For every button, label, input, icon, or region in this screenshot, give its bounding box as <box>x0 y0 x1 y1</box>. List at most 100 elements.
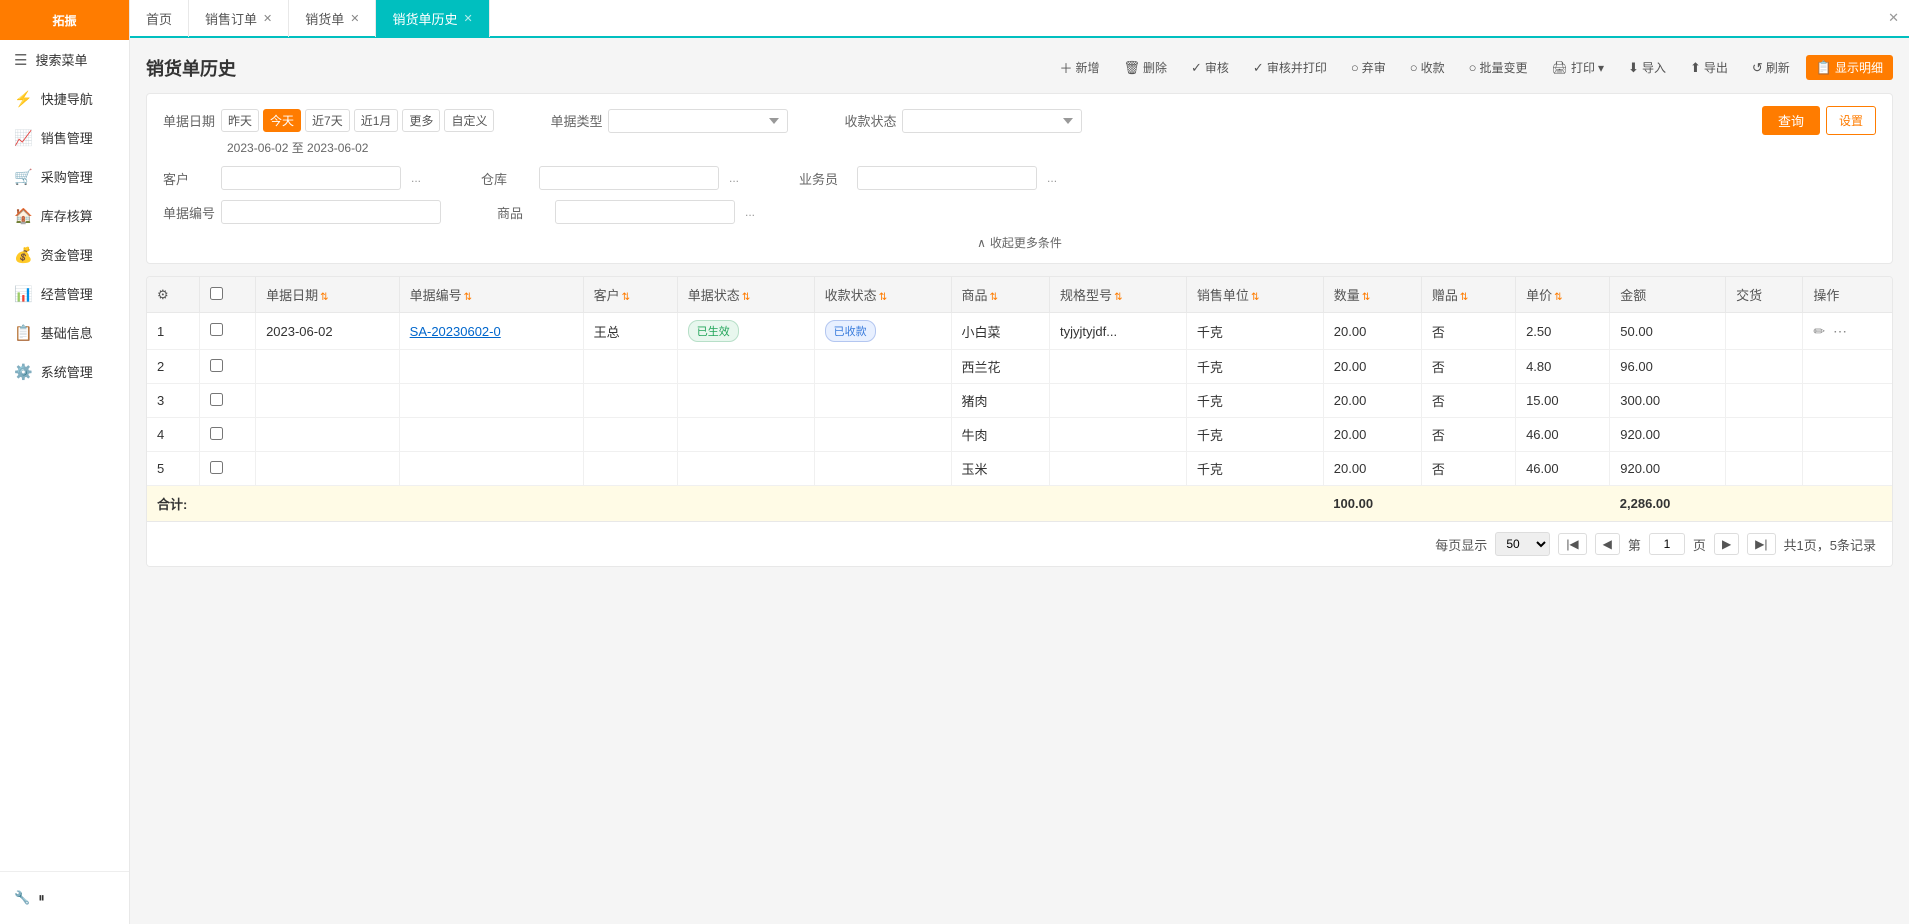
doc-no-input[interactable] <box>221 200 441 224</box>
td-unit: 千克 <box>1186 452 1323 486</box>
td-row-checkbox[interactable] <box>200 384 256 418</box>
export-label: 导出 <box>1704 59 1728 76</box>
td-gift: 否 <box>1421 313 1515 350</box>
select-all-checkbox[interactable] <box>210 287 223 300</box>
sidebar-item-quick-nav[interactable]: ⚡ 快捷导航 <box>0 79 129 118</box>
window-close-icon[interactable]: ✕ <box>1888 10 1899 26</box>
sort-icon-doc-date[interactable]: ⇅ <box>320 292 328 303</box>
sidebar-item-basic-info[interactable]: 📋 基础信息 <box>0 313 129 352</box>
sort-icon-spec[interactable]: ⇅ <box>1114 292 1122 303</box>
sort-icon-gift[interactable]: ⇅ <box>1460 292 1468 303</box>
collapse-button[interactable]: ∧ 收起更多条件 <box>163 234 1876 251</box>
import-button[interactable]: ⬇ 导入 <box>1620 55 1674 80</box>
td-row-checkbox[interactable] <box>200 452 256 486</box>
date-btn-custom[interactable]: 自定义 <box>444 109 494 132</box>
salesman-ellipsis[interactable]: ... <box>1043 169 1061 187</box>
sort-icon-goods[interactable]: ⇅ <box>990 292 998 303</box>
filter-actions: 查询 设置 <box>1762 106 1876 135</box>
tab-sales-order-close[interactable]: ✕ <box>263 12 272 25</box>
sidebar-item-inventory[interactable]: 🏠 库存核算 <box>0 196 129 235</box>
tab-sales-goods-close[interactable]: ✕ <box>350 12 359 25</box>
summary-empty <box>256 486 1324 522</box>
tab-home[interactable]: 首页 <box>130 0 189 37</box>
last-page-button[interactable]: ▶| <box>1747 533 1775 555</box>
row-checkbox-3[interactable] <box>210 427 223 440</box>
th-doc-status-label: 单据状态 <box>688 288 740 303</box>
date-btn-7days[interactable]: 近7天 <box>305 109 350 132</box>
batch-change-button[interactable]: ○ 批量变更 <box>1461 55 1536 80</box>
td-action <box>1803 384 1892 418</box>
export-button[interactable]: ⬆ 导出 <box>1682 55 1736 80</box>
next-page-button[interactable]: ▶ <box>1714 533 1739 555</box>
date-btn-1month[interactable]: 近1月 <box>354 109 399 132</box>
collect-button[interactable]: ○ 收款 <box>1402 55 1453 80</box>
table-row: 4牛肉千克20.00否46.00920.00 <box>147 418 1892 452</box>
first-page-button[interactable]: |◀ <box>1558 533 1586 555</box>
doc-type-select[interactable] <box>608 109 788 133</box>
date-btn-more[interactable]: 更多 <box>402 109 440 132</box>
sort-icon-customer[interactable]: ⇅ <box>622 292 630 303</box>
th-settings[interactable]: ⚙ <box>147 277 200 313</box>
collect-status-select[interactable] <box>902 109 1082 133</box>
more-icon[interactable]: ⋯ <box>1833 323 1847 340</box>
show-detail-button[interactable]: 📋 显示明细 <box>1806 55 1893 80</box>
main-area: 首页 销售订单 ✕ 销货单 ✕ 销货单历史 ✕ ✕ 销货单历史 ＋ 新增 <box>130 0 1909 924</box>
row-checkbox-1[interactable] <box>210 359 223 372</box>
add-button[interactable]: ＋ 新增 <box>1051 54 1107 81</box>
prev-page-button[interactable]: ◀ <box>1595 533 1620 555</box>
date-btn-today[interactable]: 今天 <box>263 109 301 132</box>
sidebar-bottom-item-1[interactable]: 🔧 ⏸ <box>0 880 129 916</box>
sort-icon-qty[interactable]: ⇅ <box>1362 292 1370 303</box>
sort-icon-unit-price[interactable]: ⇅ <box>1554 292 1562 303</box>
sidebar-item-sys-mgmt[interactable]: ⚙️ 系统管理 <box>0 352 129 391</box>
collapse-arrow-icon: ∧ <box>977 236 986 250</box>
goods-input[interactable] <box>555 200 735 224</box>
sort-icon-doc-status[interactable]: ⇅ <box>742 292 750 303</box>
row-checkbox-0[interactable] <box>210 323 223 336</box>
goods-ellipsis[interactable]: ... <box>741 203 759 221</box>
sidebar-item-sales-mgmt[interactable]: 📈 销售管理 <box>0 118 129 157</box>
date-btn-yesterday[interactable]: 昨天 <box>221 109 259 132</box>
sidebar-item-label: 库存核算 <box>41 206 93 225</box>
warehouse-ellipsis[interactable]: ... <box>725 169 743 187</box>
sidebar-item-finance-mgmt[interactable]: 💰 资金管理 <box>0 235 129 274</box>
audit-button[interactable]: ✓ 审核 <box>1183 55 1237 80</box>
audit-print-button[interactable]: ✓ 审核并打印 <box>1245 55 1335 80</box>
warehouse-input[interactable] <box>539 166 719 190</box>
sort-icon-unit[interactable]: ⇅ <box>1251 292 1259 303</box>
table-row: 5玉米千克20.00否46.00920.00 <box>147 452 1892 486</box>
data-table: ⚙ 单据日期⇅ 单据编号⇅ 客户⇅ 单据状态⇅ 收款状态⇅ 商品⇅ 规格型号⇅ … <box>147 277 1892 521</box>
tab-sales-goods[interactable]: 销货单 ✕ <box>289 0 376 37</box>
row-checkbox-4[interactable] <box>210 461 223 474</box>
td-row-checkbox[interactable] <box>200 418 256 452</box>
th-doc-status: 单据状态⇅ <box>677 277 814 313</box>
tab-sales-order[interactable]: 销售订单 ✕ <box>189 0 289 37</box>
settings-button[interactable]: 设置 <box>1826 106 1876 135</box>
sidebar-item-purchase-mgmt[interactable]: 🛒 采购管理 <box>0 157 129 196</box>
sort-icon-collect-status[interactable]: ⇅ <box>879 292 887 303</box>
filter-date: 单据日期 昨天 今天 近7天 近1月 更多 自定义 <box>163 109 494 132</box>
doc-no-link[interactable]: SA-20230602-0 <box>410 324 501 339</box>
quick-nav-icon: ⚡ <box>14 90 33 108</box>
search-button[interactable]: 查询 <box>1762 106 1820 135</box>
tab-sales-history-close[interactable]: ✕ <box>464 12 473 25</box>
tab-sales-history[interactable]: 销货单历史 ✕ <box>376 0 489 37</box>
td-row-checkbox[interactable] <box>200 313 256 350</box>
salesman-input[interactable] <box>857 166 1037 190</box>
page-number-input[interactable]: 1 <box>1649 533 1685 555</box>
page-size-select[interactable]: 50 20 100 <box>1495 532 1550 556</box>
print-button[interactable]: 🖨 打印 ▾ <box>1543 55 1612 80</box>
delete-button[interactable]: 🗑 删除 <box>1115 55 1175 80</box>
edit-icon[interactable]: ✏ <box>1813 323 1825 340</box>
abandon-button[interactable]: ○ 弃审 <box>1343 55 1394 80</box>
td-row-checkbox[interactable] <box>200 350 256 384</box>
row-checkbox-2[interactable] <box>210 393 223 406</box>
customer-ellipsis[interactable]: ... <box>407 169 425 187</box>
sidebar-item-ops-mgmt[interactable]: 📊 经营管理 <box>0 274 129 313</box>
sort-icon-doc-no[interactable]: ⇅ <box>464 292 472 303</box>
refresh-button[interactable]: ↺ 刷新 <box>1744 55 1798 80</box>
customer-input[interactable] <box>221 166 401 190</box>
filter-goods: 商品 ... <box>497 200 759 224</box>
th-goods-label: 商品 <box>962 288 988 303</box>
sidebar-item-search-menu[interactable]: ☰ 搜索菜单 <box>0 40 129 79</box>
